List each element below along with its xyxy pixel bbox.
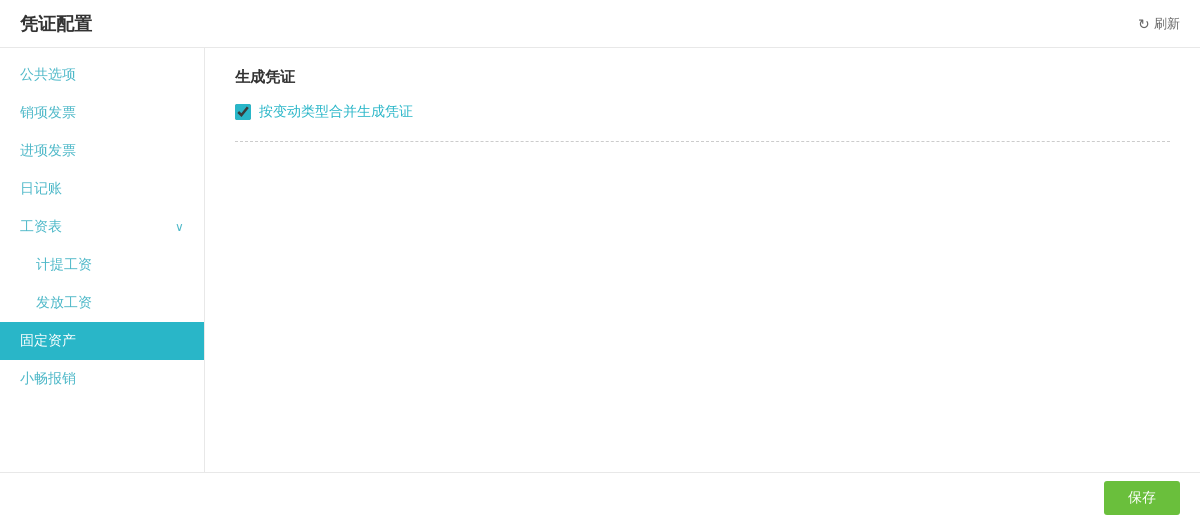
page-title: 凭证配置 [20, 12, 92, 36]
sidebar-item-label: 工资表 [20, 218, 62, 236]
chevron-down-icon: ∨ [175, 220, 184, 234]
refresh-icon: ↻ [1138, 16, 1150, 32]
sidebar-item-payroll-table[interactable]: 工资表 ∨ [0, 208, 204, 246]
sidebar-item-label: 固定资产 [20, 332, 76, 350]
merge-by-type-label[interactable]: 按变动类型合并生成凭证 [259, 103, 413, 121]
checkbox-row: 按变动类型合并生成凭证 [235, 103, 1170, 121]
sidebar-item-fixed-assets[interactable]: 固定资产 [0, 322, 204, 360]
main-content: 公共选项销项发票进项发票日记账工资表 ∨ 计提工资发放工资固定资产小畅报销 生成凭证… [0, 48, 1200, 472]
sidebar-item-payroll-calc[interactable]: 计提工资 [0, 246, 204, 284]
section-divider [235, 141, 1170, 142]
sidebar-item-expense-report[interactable]: 小畅报销 [0, 360, 204, 398]
section-title: 生成凭证 [235, 68, 1170, 87]
content-area: 生成凭证 按变动类型合并生成凭证 [205, 48, 1200, 472]
sidebar-item-payroll-pay[interactable]: 发放工资 [0, 284, 204, 322]
sidebar-item-label: 计提工资 [36, 256, 92, 274]
sidebar-item-sales-invoice[interactable]: 销项发票 [0, 94, 204, 132]
page-wrapper: 凭证配置 ↻ 刷新 公共选项销项发票进项发票日记账工资表 ∨ 计提工资发放工资固定资… [0, 0, 1200, 522]
refresh-label: 刷新 [1154, 15, 1180, 33]
page-footer: 保存 [0, 472, 1200, 522]
sidebar-item-public-options[interactable]: 公共选项 [0, 56, 204, 94]
sidebar-item-label: 发放工资 [36, 294, 92, 312]
sidebar-item-label: 小畅报销 [20, 370, 76, 388]
sidebar: 公共选项销项发票进项发票日记账工资表 ∨ 计提工资发放工资固定资产小畅报销 [0, 48, 205, 472]
sidebar-item-label: 日记账 [20, 180, 62, 198]
sidebar-item-label: 销项发票 [20, 104, 76, 122]
page-header: 凭证配置 ↻ 刷新 [0, 0, 1200, 48]
sidebar-item-label: 进项发票 [20, 142, 76, 160]
sidebar-item-journal[interactable]: 日记账 [0, 170, 204, 208]
merge-by-type-checkbox[interactable] [235, 104, 251, 120]
sidebar-item-purchase-invoice[interactable]: 进项发票 [0, 132, 204, 170]
save-button[interactable]: 保存 [1104, 481, 1180, 515]
sidebar-item-label: 公共选项 [20, 66, 76, 84]
refresh-button[interactable]: ↻ 刷新 [1138, 15, 1180, 33]
